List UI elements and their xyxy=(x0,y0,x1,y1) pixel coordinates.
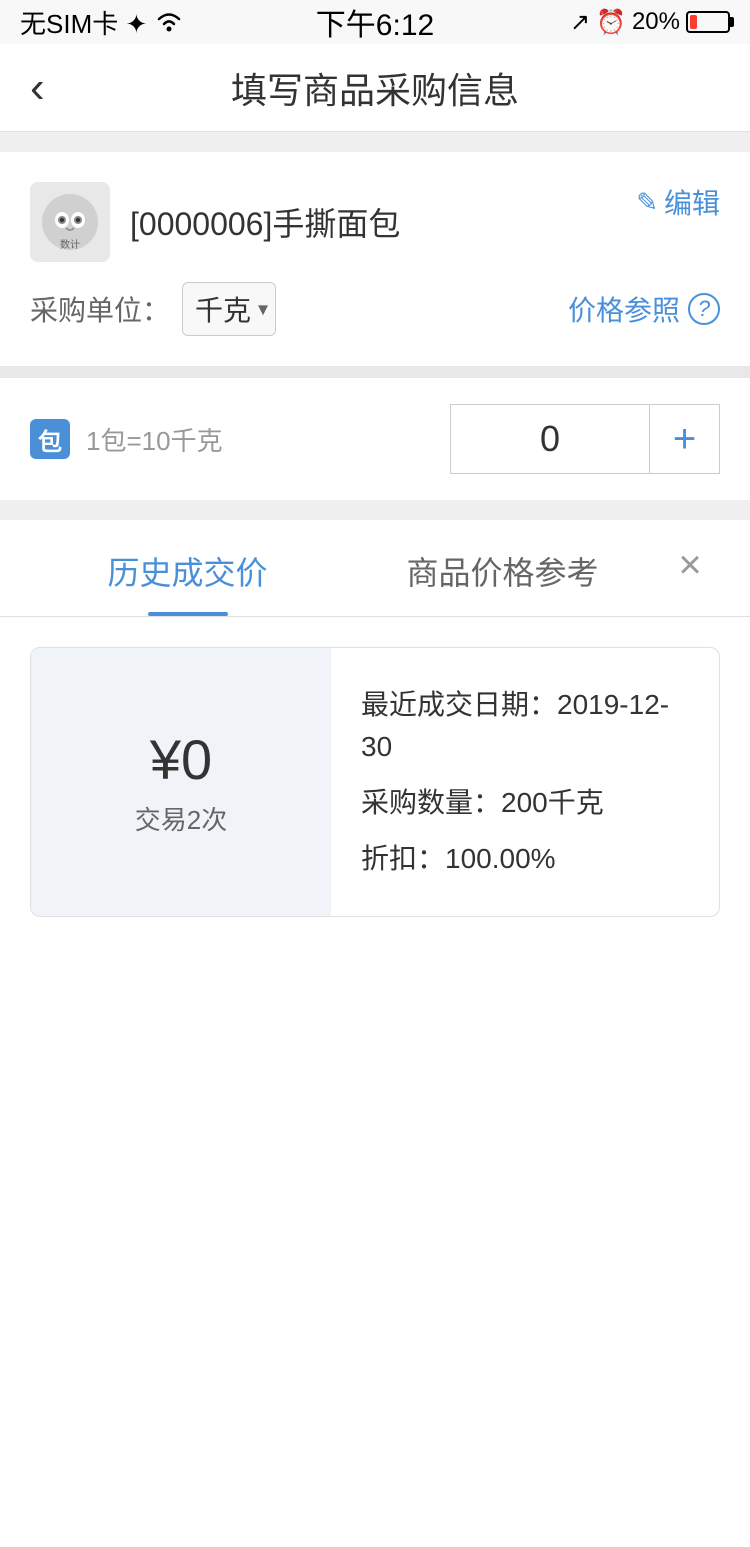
quantity-plus-button[interactable]: + xyxy=(650,404,720,474)
page-bottom xyxy=(0,947,750,1547)
tabs-header: 历史成交价 商品价格参考 × xyxy=(0,520,750,617)
help-icon: ? xyxy=(688,293,720,325)
page-title: 填写商品采购信息 xyxy=(231,62,519,114)
product-unit-row: 采购单位： 千克 价格参照 ? xyxy=(30,282,720,336)
product-section: 数计 [0000006]手撕面包 ✎ 编辑 采购单位： 千克 价格参照 ? xyxy=(0,152,750,366)
quantity-input[interactable] xyxy=(450,404,650,474)
battery-text: 20% xyxy=(632,8,680,36)
unit-label: 采购单位： 千克 xyxy=(30,282,276,336)
edit-icon: ✎ xyxy=(636,187,658,218)
section-divider xyxy=(0,366,750,378)
edit-label: 编辑 xyxy=(664,182,720,222)
tabs-section: 历史成交价 商品价格参考 × ¥0 交易2次 最近成交日期：2019-12-30… xyxy=(0,520,750,947)
product-logo-icon: 数计 xyxy=(40,192,100,252)
price-card-right: 最近成交日期：2019-12-30 采购数量：200千克 折扣：100.00% xyxy=(331,648,719,916)
product-left: 数计 [0000006]手撕面包 xyxy=(30,182,400,262)
price-ref-button[interactable]: 价格参照 ? xyxy=(568,289,720,329)
last-deal-label: 最近成交日期： xyxy=(361,689,557,720)
status-right: ↗ ⏰ 20% xyxy=(570,8,730,37)
price-ref-label: 价格参照 xyxy=(568,289,680,329)
unit-info: 包 1包=10千克 xyxy=(30,419,223,459)
quantity-row: 包 1包=10千克 + xyxy=(0,378,750,500)
unit-conversion: 1包=10千克 xyxy=(86,421,223,458)
back-button[interactable]: ‹ xyxy=(30,66,45,110)
qty-row: 采购数量：200千克 xyxy=(361,782,689,824)
status-left: 无SIM卡 ✦ xyxy=(20,4,183,41)
tab-close-button[interactable]: × xyxy=(660,535,720,595)
price-card-left: ¥0 交易2次 xyxy=(31,648,331,916)
wifi-icon xyxy=(155,11,183,33)
status-time: 下午6:12 xyxy=(316,0,434,44)
product-name: [0000006]手撕面包 xyxy=(130,199,400,245)
discount-row: 折扣：100.00% xyxy=(361,838,689,880)
location-icon: ↗ xyxy=(570,8,590,37)
qty-label: 采购数量： xyxy=(361,787,501,818)
status-bar: 无SIM卡 ✦ 下午6:12 ↗ ⏰ 20% xyxy=(0,0,750,44)
battery-icon xyxy=(686,11,730,33)
edit-button[interactable]: ✎ 编辑 xyxy=(636,182,720,222)
tab-content: ¥0 交易2次 最近成交日期：2019-12-30 采购数量：200千克 折扣：… xyxy=(0,617,750,947)
discount-label: 折扣： xyxy=(361,843,445,874)
tab-history-price[interactable]: 历史成交价 xyxy=(30,520,345,616)
price-card: ¥0 交易2次 最近成交日期：2019-12-30 采购数量：200千克 折扣：… xyxy=(30,647,720,917)
qty-value: 200千克 xyxy=(501,787,604,818)
last-deal-date-row: 最近成交日期：2019-12-30 xyxy=(361,684,689,768)
price-count: 交易2次 xyxy=(135,800,227,837)
nav-bar: ‹ 填写商品采购信息 xyxy=(0,44,750,132)
alarm-icon: ⏰ xyxy=(596,8,626,37)
unit-badge: 包 xyxy=(30,419,70,459)
product-header: 数计 [0000006]手撕面包 ✎ 编辑 xyxy=(30,182,720,262)
product-thumbnail: 数计 xyxy=(30,182,110,262)
price-value: 0 xyxy=(181,728,212,791)
price-amount: ¥0 xyxy=(150,727,212,792)
svg-text:数计: 数计 xyxy=(60,238,80,251)
quantity-input-wrap: + xyxy=(450,404,720,474)
currency-symbol: ¥ xyxy=(150,728,181,791)
unit-select[interactable]: 千克 xyxy=(182,282,276,336)
carrier-text: 无SIM卡 ✦ xyxy=(20,4,147,41)
tab-product-price-ref[interactable]: 商品价格参考 xyxy=(345,520,660,616)
unit-select-wrap[interactable]: 千克 xyxy=(182,282,276,336)
discount-value: 100.00% xyxy=(445,843,556,874)
